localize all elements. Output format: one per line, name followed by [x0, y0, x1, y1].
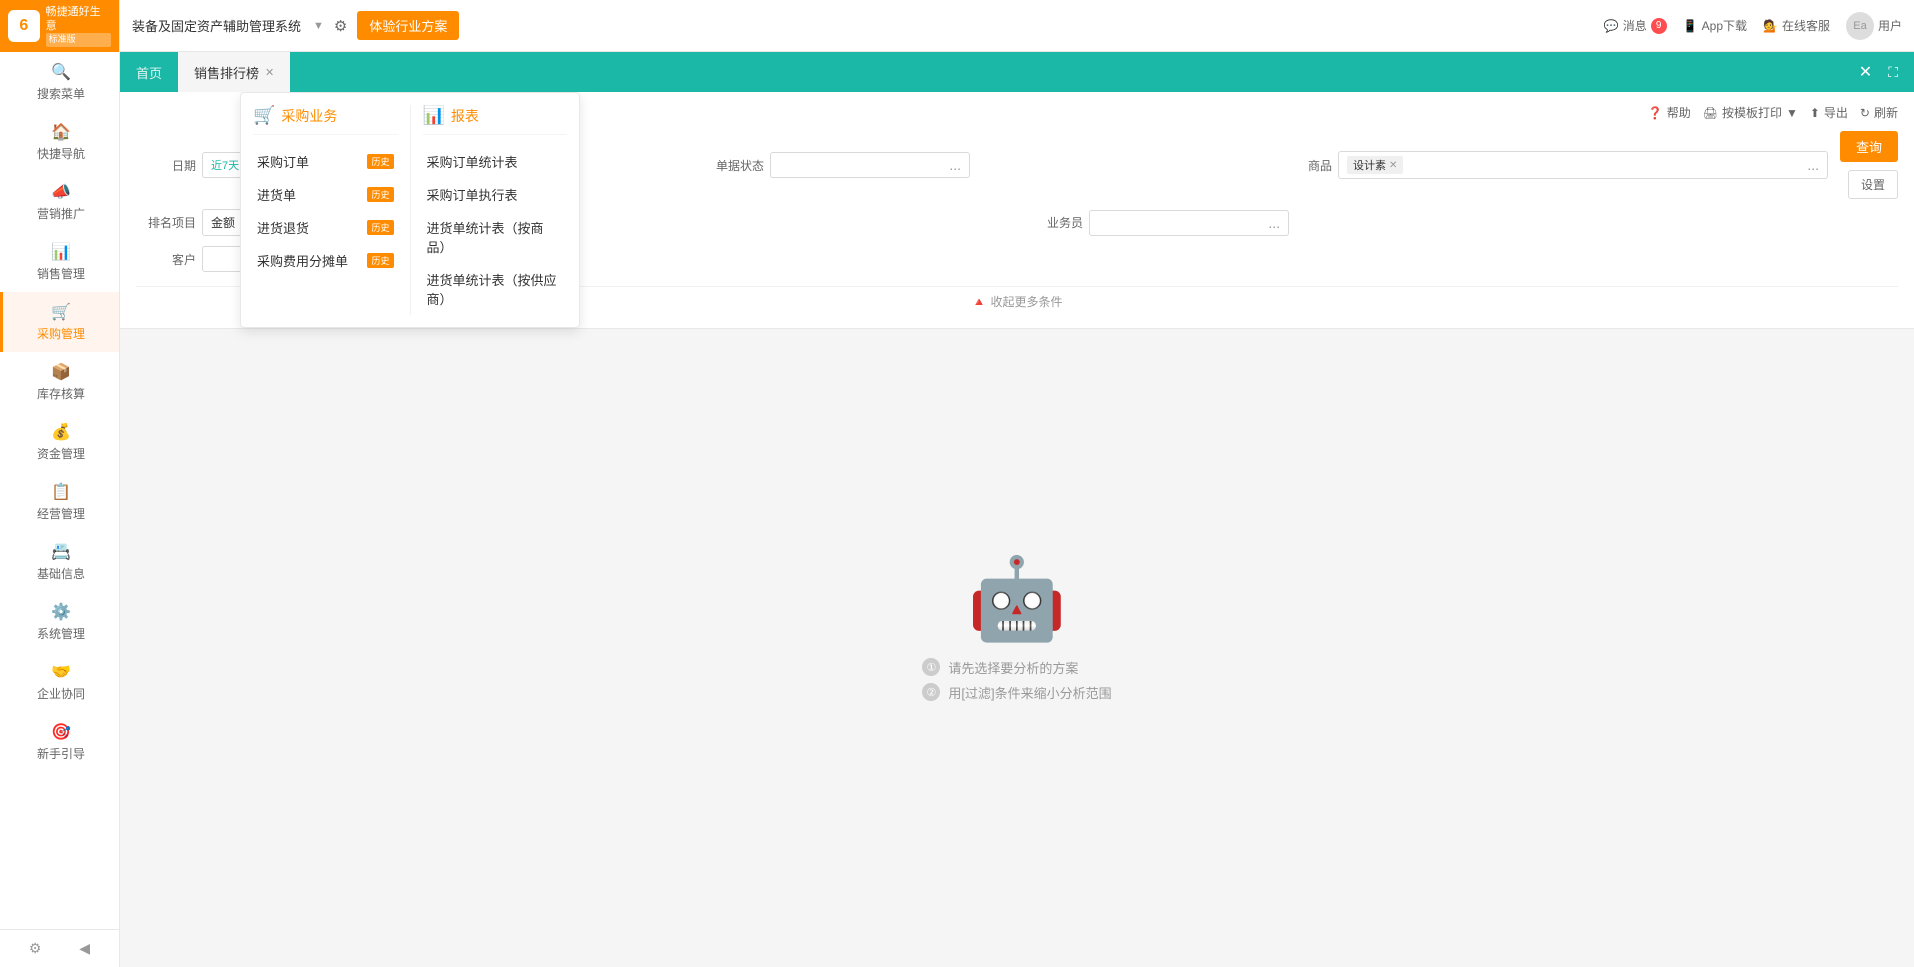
- guide-icon: 🎯: [51, 722, 71, 742]
- user-btn[interactable]: Ea 用户: [1846, 12, 1902, 40]
- sidebar-item-system[interactable]: ⚙️ 系统管理: [0, 592, 119, 652]
- tab-sales-rank-close[interactable]: ✕: [265, 66, 274, 79]
- sys-title: 装备及固定资产辅助管理系统: [132, 16, 301, 35]
- dropdown-col-reports: 📊 报表 采购订单统计表 采购订单执行表 进货单统计表（按商品） 进货单统计表（…: [410, 105, 580, 315]
- content-area: ❓ 帮助 🖨 按模板打印 ▼ ⬆ 导出 ↻ 刷新: [120, 92, 1914, 967]
- industry-btn[interactable]: 体验行业方案: [357, 11, 459, 40]
- dropdown-item-purchase-expense[interactable]: 采购费用分摊单 历史: [253, 244, 398, 277]
- tabbar-close-btn[interactable]: ✕: [1859, 62, 1872, 82]
- tabbar-expand-btn[interactable]: ⛶: [1888, 64, 1898, 81]
- dropdown-col-purchase-header: 🛒 采购业务: [253, 105, 398, 135]
- marketing-icon: 📣: [51, 182, 71, 202]
- service-icon: 💁: [1763, 19, 1778, 33]
- sys-dropdown-btn[interactable]: ▼: [313, 20, 324, 32]
- reports-icon: 📊: [423, 105, 445, 126]
- rank-item-label: 排名项目: [136, 214, 196, 231]
- sidebar-footer: ⚙ ◀: [0, 929, 119, 967]
- sidebar-item-enterprise[interactable]: 🤝 企业协同: [0, 652, 119, 712]
- message-btn[interactable]: 💬 消息 9: [1604, 17, 1667, 34]
- enterprise-icon: 🤝: [51, 662, 71, 682]
- dropdown-menu: 🛒 采购业务 采购订单 历史 进货单 历史 进货退货 历史: [240, 92, 580, 328]
- purchase-biz-title: 采购业务: [281, 106, 337, 126]
- sidebar-item-marketing[interactable]: 📣 营销推广: [0, 172, 119, 232]
- app-download-btn[interactable]: 📱 App下载: [1683, 17, 1747, 34]
- history-badge-purchase-order: 历史: [367, 154, 393, 169]
- history-badge-return: 历史: [367, 220, 393, 235]
- sidebar-item-purchase[interactable]: 🛒 采购管理: [0, 292, 119, 352]
- quick-nav-icon: 🏠: [51, 122, 71, 142]
- topbar: 装备及固定资产辅助管理系统 ▼ ⚙ 体验行业方案 💬 消息 9 📱 App下载 …: [120, 0, 1914, 52]
- sidebar: 6 畅捷通好生意 标准版 🔍 搜索菜单 🏠 快捷导航 📣 营销推广 📊 销售管理…: [0, 0, 120, 967]
- logo-text: 畅捷通好生意 标准版: [46, 5, 111, 47]
- main-area: 装备及固定资产辅助管理系统 ▼ ⚙ 体验行业方案 💬 消息 9 📱 App下载 …: [120, 0, 1914, 967]
- sidebar-item-quick-nav[interactable]: 🏠 快捷导航: [0, 112, 119, 172]
- sidebar-nav: 🔍 搜索菜单 🏠 快捷导航 📣 营销推广 📊 销售管理 🛒 采购管理 📦 库存核…: [0, 52, 119, 929]
- online-service-btn[interactable]: 💁 在线客服: [1763, 17, 1830, 34]
- message-badge: 9: [1651, 18, 1667, 34]
- dropdown-item-inbound-stat-product[interactable]: 进货单统计表（按商品）: [423, 211, 568, 263]
- dropdown-item-po-stat[interactable]: 采购订单统计表: [423, 145, 568, 178]
- sidebar-item-search-menu[interactable]: 🔍 搜索菜单: [0, 52, 119, 112]
- tabbar: 首页 销售排行榜 ✕ ✕ ⛶: [120, 52, 1914, 92]
- app-icon: 📱: [1683, 19, 1698, 33]
- dropdown-item-return-goods[interactable]: 进货退货 历史: [253, 211, 398, 244]
- history-badge-expense: 历史: [367, 253, 393, 268]
- tab-sales-rank[interactable]: 销售排行榜 ✕: [178, 52, 290, 92]
- sidebar-collapse-btn[interactable]: ◀: [79, 940, 90, 957]
- date-label: 日期: [136, 157, 196, 174]
- search-menu-icon: 🔍: [51, 62, 71, 82]
- sales-icon: 📊: [51, 242, 71, 262]
- dropdown-item-inbound[interactable]: 进货单 历史: [253, 178, 398, 211]
- user-avatar: Ea: [1846, 12, 1874, 40]
- sidebar-item-finance[interactable]: 💰 资金管理: [0, 412, 119, 472]
- topbar-gear-btn[interactable]: ⚙: [334, 17, 347, 35]
- sidebar-item-basic[interactable]: 📇 基础信息: [0, 532, 119, 592]
- sidebar-item-sales[interactable]: 📊 销售管理: [0, 232, 119, 292]
- sidebar-logo: 6 畅捷通好生意 标准版: [0, 0, 119, 52]
- dropdown-item-inbound-stat-supplier[interactable]: 进货单统计表（按供应商）: [423, 263, 568, 315]
- rank-item-value: 金额: [211, 214, 235, 231]
- history-badge-inbound: 历史: [367, 187, 393, 202]
- customer-label: 客户: [136, 251, 196, 268]
- reports-title: 报表: [451, 106, 479, 126]
- sidebar-item-guide[interactable]: 🎯 新手引导: [0, 712, 119, 772]
- dropdown-col-purchase: 🛒 采购业务 采购订单 历史 进货单 历史 进货退货 历史: [241, 105, 410, 315]
- dropdown-item-purchase-order[interactable]: 采购订单 历史: [253, 145, 398, 178]
- sidebar-item-inventory[interactable]: 📦 库存核算: [0, 352, 119, 412]
- operation-icon: 📋: [51, 482, 71, 502]
- purchase-icon: 🛒: [51, 302, 71, 322]
- sidebar-item-operation[interactable]: 📋 经营管理: [0, 472, 119, 532]
- dropdown-item-po-exec[interactable]: 采购订单执行表: [423, 178, 568, 211]
- purchase-biz-icon: 🛒: [253, 105, 275, 126]
- basic-icon: 📇: [51, 542, 71, 562]
- tab-home[interactable]: 首页: [120, 52, 178, 92]
- dropdown-col-reports-header: 📊 报表: [423, 105, 568, 135]
- sidebar-settings-btn[interactable]: ⚙: [29, 940, 42, 957]
- inventory-icon: 📦: [51, 362, 71, 382]
- message-icon: 💬: [1604, 19, 1619, 33]
- dropdown-overlay: 🛒 采购业务 采购订单 历史 进货单 历史 进货退货 历史: [240, 92, 1914, 967]
- finance-icon: 💰: [51, 422, 71, 442]
- system-icon: ⚙️: [51, 602, 71, 622]
- topbar-right: 💬 消息 9 📱 App下载 💁 在线客服 Ea 用户: [1604, 12, 1902, 40]
- logo-icon: 6: [8, 10, 40, 42]
